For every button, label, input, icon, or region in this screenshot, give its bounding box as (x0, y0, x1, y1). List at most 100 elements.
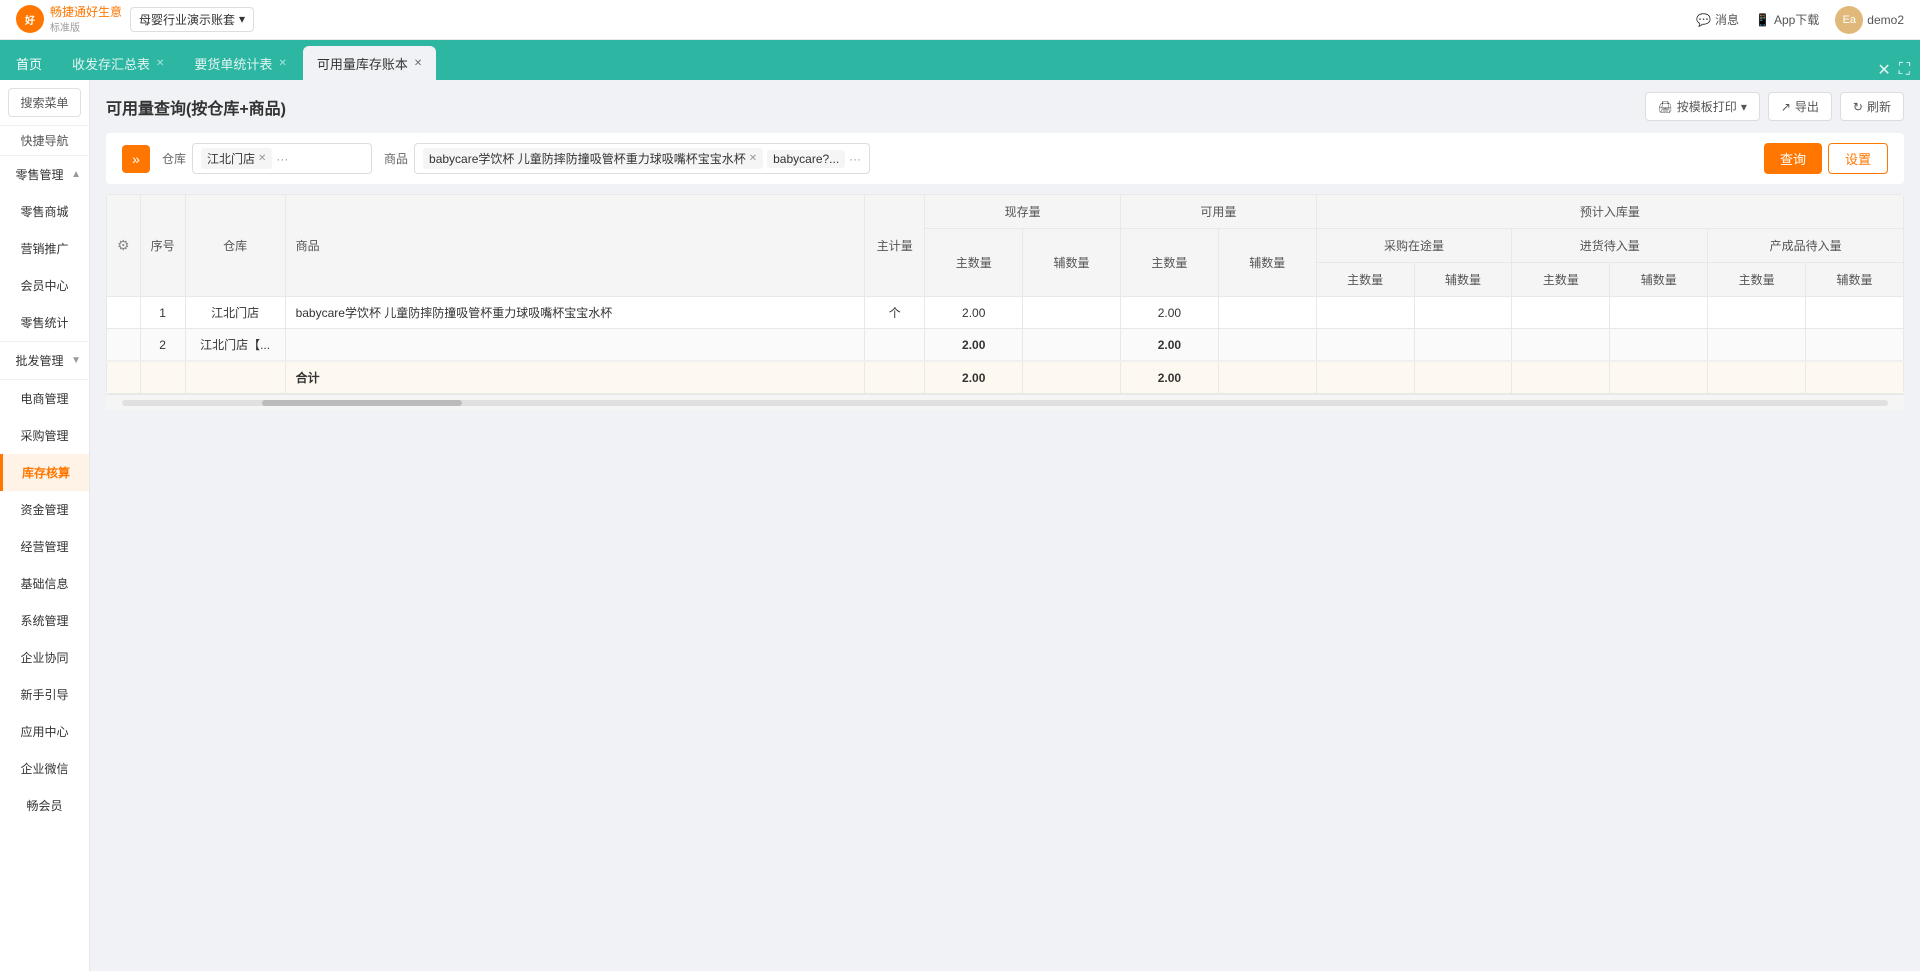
sidebar-item-ecommerce[interactable]: 电商管理 (0, 380, 89, 417)
footer-product-main (1708, 361, 1806, 394)
sidebar-item-member[interactable]: 会员中心 (0, 267, 89, 304)
th-available-aux: 辅数量 (1218, 229, 1316, 297)
sidebar-item-wholesale-label: 批发管理 (8, 352, 71, 369)
footer-current-main: 2.00 (925, 361, 1023, 394)
sidebar-item-new-guide[interactable]: 新手引导 (0, 676, 89, 713)
tab-receive-send-close[interactable]: ✕ (156, 58, 164, 69)
sidebar-item-app-center[interactable]: 应用中心 (0, 713, 89, 750)
sidebar-item-inventory-label: 库存核算 (11, 464, 81, 481)
app-download-btn[interactable]: 📱 App下载 (1755, 11, 1819, 28)
print-btn[interactable]: 🖨 按模板打印 ▾ (1645, 92, 1760, 121)
refresh-icon: ↻ (1853, 100, 1863, 114)
sidebar-item-member-label: 会员中心 (8, 277, 81, 294)
sidebar-retail-arrow: ▲ (71, 169, 81, 180)
tab-order-stats-close[interactable]: ✕ (278, 58, 286, 69)
sidebar-item-enterprise-wechat[interactable]: 企业微信 (0, 750, 89, 787)
product-tag2-text: babycare?... (773, 152, 839, 166)
th-product-pending: 产成品待入量 (1708, 229, 1904, 263)
top-bar-left: 好 畅捷通好生意 标准版 母婴行业演示账套 ▾ (16, 5, 254, 34)
row2-current-main: 2.00 (925, 329, 1023, 362)
row2-available-aux (1218, 329, 1316, 362)
footer-incoming-aux (1610, 361, 1708, 394)
messages-btn[interactable]: 💬 消息 (1696, 11, 1739, 28)
sidebar-item-marketing[interactable]: 营销推广 (0, 230, 89, 267)
row1-product-aux (1806, 297, 1904, 329)
logo-area: 好 畅捷通好生意 标准版 (16, 5, 122, 34)
sidebar-item-purchase[interactable]: 采购管理 (0, 417, 89, 454)
row2-product (285, 329, 865, 362)
filter-bar: » 仓库 江北门店 ✕ ··· 商品 babycare (106, 133, 1904, 184)
warehouse-tag: 江北门店 ✕ (201, 148, 272, 169)
row1-available-main: 2.00 (1120, 297, 1218, 329)
warehouse-filter-input[interactable]: 江北门店 ✕ ··· (192, 143, 372, 174)
page-title: 可用量查询(按仓库+商品) (106, 95, 286, 119)
table-footer: 合计 2.00 2.00 (107, 361, 1904, 394)
row2-available-main: 2.00 (1120, 329, 1218, 362)
quick-nav-btn[interactable]: 快捷导航 (0, 126, 89, 156)
row2-product-main (1708, 329, 1806, 362)
warehouse-filter-more[interactable]: ··· (276, 152, 288, 166)
th-current-main: 主数量 (925, 229, 1023, 297)
th-num: 序号 (140, 195, 185, 297)
gear-icon[interactable]: ⚙ (117, 237, 130, 253)
tab-order-stats[interactable]: 要货单统计表 ✕ (180, 46, 300, 80)
tab-receive-send[interactable]: 收发存汇总表 ✕ (58, 46, 178, 80)
footer-purchase-aux (1414, 361, 1512, 394)
row1-num: 1 (140, 297, 185, 329)
sidebar-item-retail-mall[interactable]: 零售商城 (0, 193, 89, 230)
th-incoming-pending: 进货待入量 (1512, 229, 1708, 263)
sidebar-item-marketing-label: 营销推广 (8, 240, 81, 257)
page-content: 可用量查询(按仓库+商品) 🖨 按模板打印 ▾ ↗ 导出 ↻ 刷新 (90, 80, 1920, 971)
product-filter-more[interactable]: ··· (849, 152, 861, 166)
query-btn[interactable]: 查询 (1764, 143, 1822, 174)
print-dropdown-icon: ▾ (1741, 100, 1747, 114)
filter-toggle-btn[interactable]: » (122, 145, 150, 173)
sidebar-item-business[interactable]: 经营管理 (0, 528, 89, 565)
sidebar-item-basic-info[interactable]: 基础信息 (0, 565, 89, 602)
th-warehouse: 仓库 (185, 195, 285, 297)
sidebar-item-business-label: 经营管理 (8, 538, 81, 555)
row1-product-main (1708, 297, 1806, 329)
row2-purchase-main (1316, 329, 1414, 362)
scroll-thumb[interactable] (262, 400, 462, 406)
row1-purchase-aux (1414, 297, 1512, 329)
sidebar-item-system-label: 系统管理 (8, 612, 81, 629)
footer-warehouse (185, 361, 285, 394)
page-header: 可用量查询(按仓库+商品) 🖨 按模板打印 ▾ ↗ 导出 ↻ 刷新 (106, 92, 1904, 121)
user-area[interactable]: Ea demo2 (1835, 6, 1904, 34)
sidebar-item-vip[interactable]: 畅会员 (0, 787, 89, 824)
tenant-name: 母婴行业演示账套 (139, 11, 235, 28)
sidebar-item-wholesale[interactable]: 批发管理 ▼ (0, 342, 89, 379)
sidebar-item-retail-stats[interactable]: 零售统计 (0, 304, 89, 341)
setting-btn[interactable]: 设置 (1828, 143, 1888, 174)
th-purchase-transit: 采购在途量 (1316, 229, 1512, 263)
tab-expand-icon[interactable]: ⛶ (1899, 61, 1910, 79)
sidebar-item-enterprise-collab[interactable]: 企业协同 (0, 639, 89, 676)
logo-sub: 标准版 (50, 19, 122, 34)
print-label: 按模板打印 (1677, 98, 1737, 115)
export-btn[interactable]: ↗ 导出 (1768, 92, 1832, 121)
data-table: ⚙ 序号 仓库 商品 主计量 现存量 可用量 预计入库量 主数量 (106, 194, 1904, 394)
product-filter-label: 商品 (384, 150, 408, 167)
refresh-btn[interactable]: ↻ 刷新 (1840, 92, 1904, 121)
messages-label: 消息 (1715, 11, 1739, 28)
tab-available-stock-close[interactable]: ✕ (414, 58, 422, 69)
warehouse-tag-close[interactable]: ✕ (258, 153, 266, 164)
sidebar-item-system[interactable]: 系统管理 (0, 602, 89, 639)
product-filter-input[interactable]: babycare学饮杯 儿童防摔防撞吸管杯重力球吸嘴杯宝宝水杯 ✕ babyca… (414, 143, 870, 174)
tenant-selector[interactable]: 母婴行业演示账套 ▾ (130, 7, 254, 32)
th-current-aux: 辅数量 (1023, 229, 1121, 297)
row2-incoming-aux (1610, 329, 1708, 362)
search-menu-btn[interactable]: 搜索菜单 (8, 88, 81, 117)
sidebar-item-enterprise-collab-label: 企业协同 (8, 649, 81, 666)
avatar: Ea (1835, 6, 1863, 34)
th-incoming-main: 主数量 (1512, 263, 1610, 297)
sidebar-item-finance[interactable]: 资金管理 (0, 491, 89, 528)
scroll-track[interactable] (122, 400, 1888, 406)
sidebar-item-retail-mgmt[interactable]: 零售管理 ▲ (0, 156, 89, 193)
product-tag1-close[interactable]: ✕ (749, 153, 757, 164)
tab-home[interactable]: 首页 (2, 46, 56, 80)
tab-close-all-icon[interactable]: ✕ (1877, 60, 1890, 80)
tab-available-stock[interactable]: 可用量库存账本 ✕ (303, 46, 436, 80)
sidebar-item-inventory[interactable]: 库存核算 (0, 454, 89, 491)
